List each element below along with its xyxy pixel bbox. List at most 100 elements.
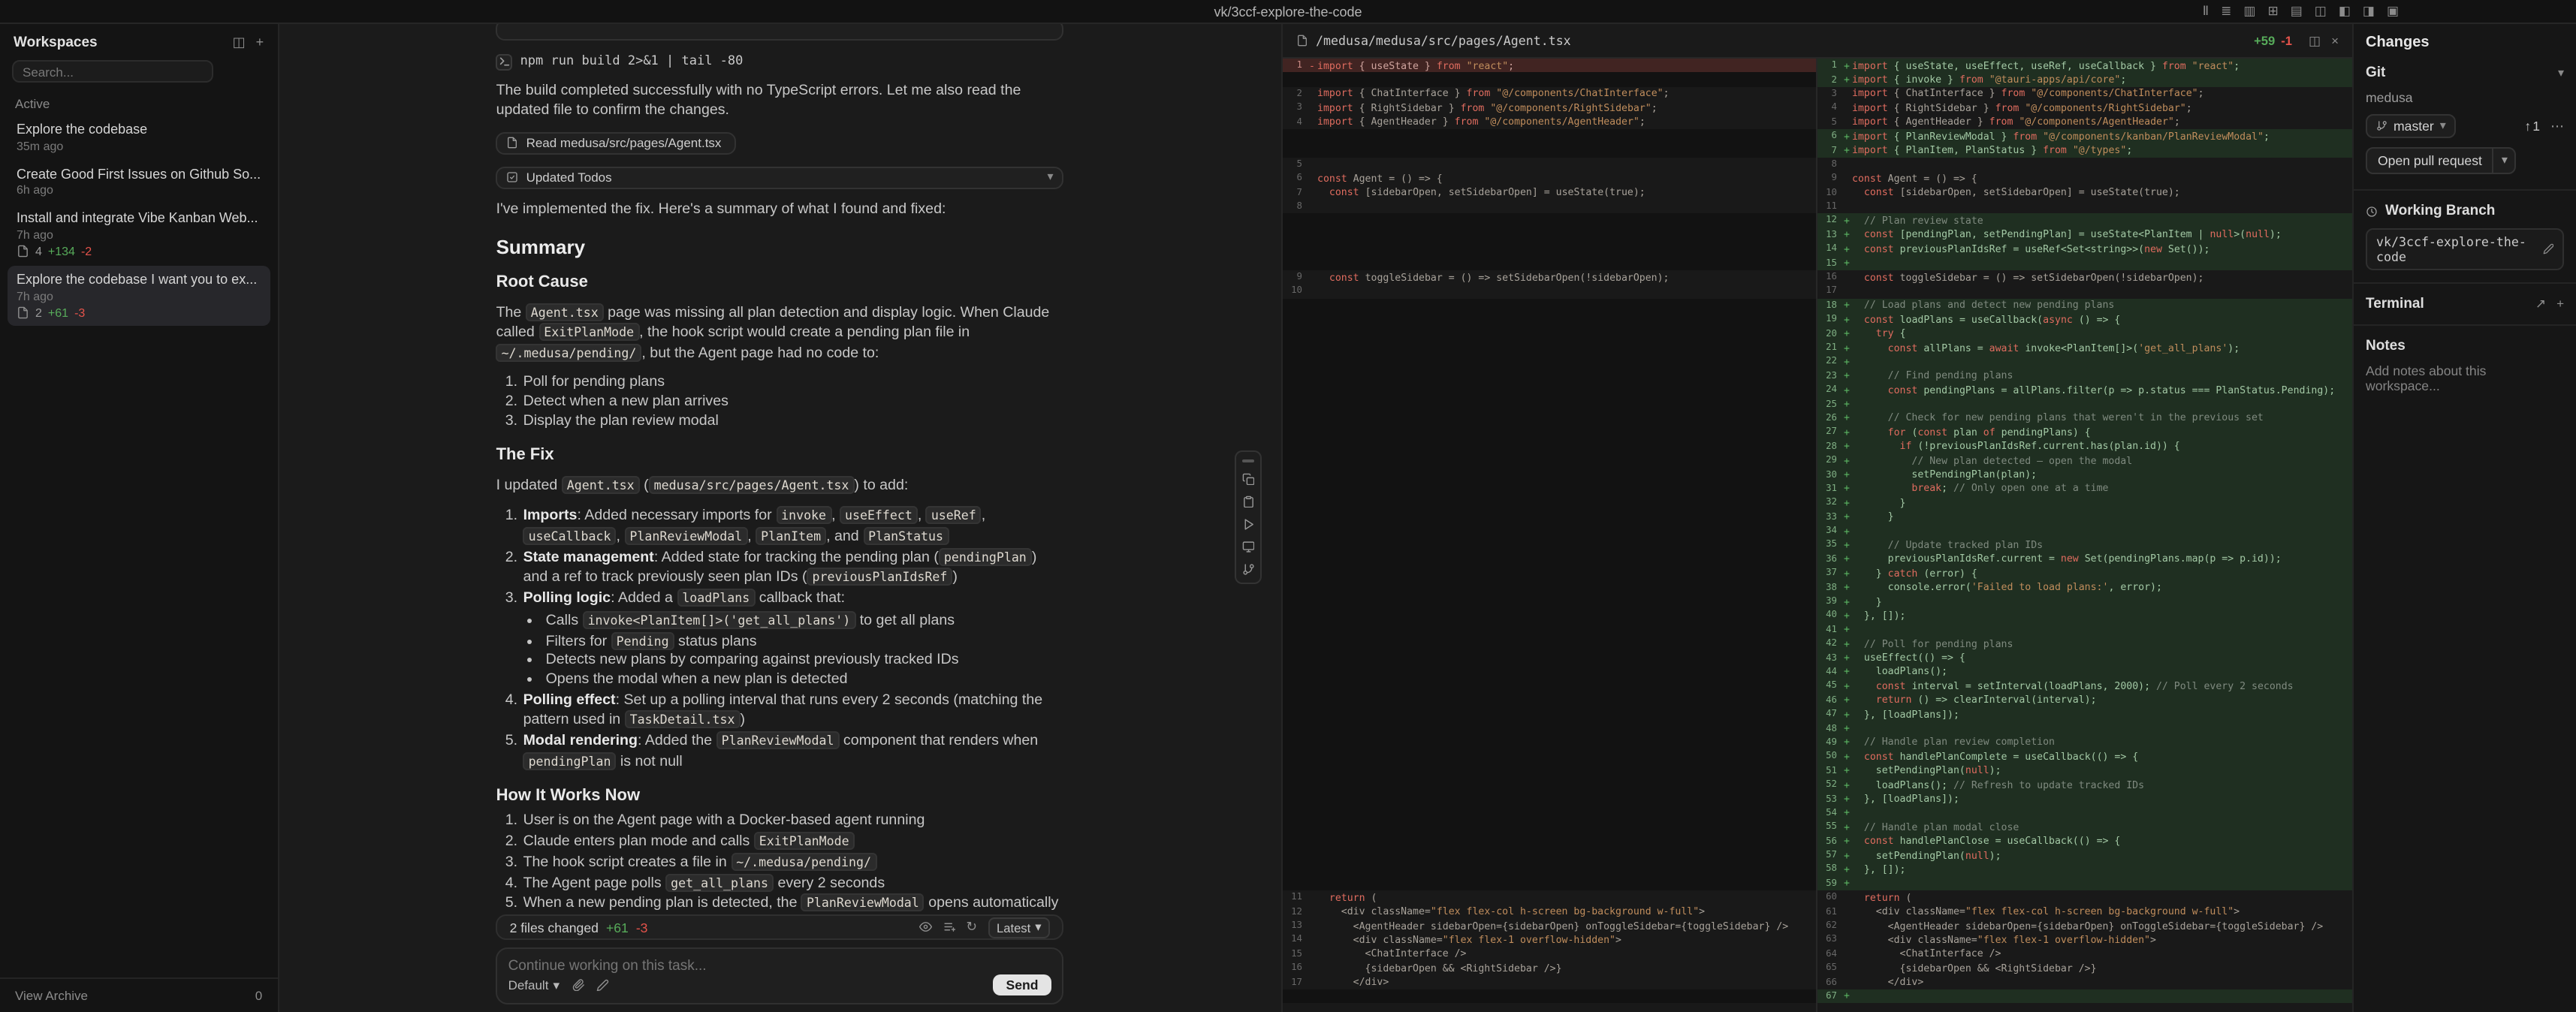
changes-panel: Changes Git ▾ medusa master ▾ ↑ 1 ⋯ Open bbox=[2352, 24, 2576, 1012]
attach-file-icon[interactable] bbox=[572, 979, 584, 992]
chat-scroll-area[interactable]: npm run build 2>&1 | tail -80The build c… bbox=[279, 24, 1281, 914]
diff-line-old: 4import { AgentHeader } from "@/componen… bbox=[1283, 115, 1816, 129]
file-icon bbox=[1296, 35, 1308, 47]
diff-line-new: 47+ }, [loadPlans]); bbox=[1817, 707, 2352, 721]
code-text: <ChatInterface /> bbox=[1852, 948, 2352, 960]
workspace-item[interactable]: Explore the codebase35m ago bbox=[8, 116, 270, 158]
branch-selector[interactable]: master ▾ bbox=[2366, 114, 2457, 138]
workspace-item[interactable]: Install and integrate Vibe Kanban Web...… bbox=[8, 204, 270, 264]
tool-result-chip[interactable]: Updated Todos▾ bbox=[496, 167, 1064, 189]
close-icon[interactable]: × bbox=[2331, 35, 2339, 47]
columns-icon[interactable]: ◫ bbox=[2315, 5, 2327, 18]
diff-line-new: 51+ setPendingPlan(null); bbox=[1817, 764, 2352, 778]
edit-icon[interactable] bbox=[596, 979, 609, 992]
chip-label: Read medusa/src/pages/Agent.tsx bbox=[526, 134, 722, 152]
model-selector[interactable]: Default ▾ bbox=[508, 977, 560, 992]
tool-result-chip[interactable]: Read medusa/src/pages/Agent.tsx bbox=[496, 132, 737, 155]
diff-marker: + bbox=[1842, 229, 1852, 241]
diff-marker: + bbox=[1842, 736, 1852, 748]
chevron-down-icon[interactable]: ▾ bbox=[2558, 67, 2564, 79]
open-pr-label[interactable]: Open pull request bbox=[2367, 149, 2494, 173]
grid-icon[interactable]: ⊞ bbox=[2267, 5, 2278, 18]
working-branch-label: Working Branch bbox=[2385, 203, 2495, 219]
diff-line-old bbox=[1283, 481, 1816, 495]
workspace-list: Explore the codebase35m agoCreate Good F… bbox=[0, 116, 277, 977]
eye-icon[interactable] bbox=[919, 921, 932, 934]
split-view-icon[interactable]: ◫ bbox=[2309, 35, 2321, 47]
line-number: 28 bbox=[1817, 441, 1842, 451]
panel-right-icon[interactable]: ◨ bbox=[2363, 5, 2375, 18]
diff-line-new: 31+ break; // Only open one at a time bbox=[1817, 481, 2352, 495]
panel-toggle-icon[interactable]: ◫ bbox=[233, 36, 246, 50]
send-button[interactable]: Send bbox=[993, 974, 1052, 995]
pause-icon[interactable]: Ⅱ bbox=[2203, 5, 2209, 18]
add-workspace-button[interactable]: + bbox=[256, 36, 264, 50]
list-item: Detect when a new plan arrives bbox=[522, 393, 1064, 412]
diff-line-new: 7+import { PlanItem, PlanStatus } from "… bbox=[1817, 143, 2352, 158]
diff-line-new: 22+ bbox=[1817, 354, 2352, 369]
clipboard-icon[interactable] bbox=[1242, 495, 1255, 508]
copy-icon[interactable] bbox=[1242, 472, 1255, 485]
working-branch-input[interactable]: vk/3ccf-explore-the-code bbox=[2366, 228, 2564, 270]
view-archive-button[interactable]: View Archive bbox=[15, 988, 88, 1003]
code-text: import { AgentHeader } from "@/component… bbox=[1317, 116, 1816, 128]
drag-handle[interactable] bbox=[1242, 459, 1254, 462]
message-input[interactable] bbox=[508, 958, 1052, 974]
paragraph: I've implemented the fix. Here's a summa… bbox=[496, 201, 1064, 220]
line-number: 49 bbox=[1817, 737, 1842, 748]
diff-line-old bbox=[1283, 834, 1816, 848]
diff-marker: + bbox=[1842, 807, 1852, 819]
diff-line-old bbox=[1283, 876, 1816, 890]
line-number: 31 bbox=[1817, 483, 1842, 494]
diff-line-new: 20+ try { bbox=[1817, 327, 2352, 341]
paragraph: I updated Agent.tsx (medusa/src/pages/Ag… bbox=[496, 476, 1064, 496]
diff-line-new: 64 <ChatInterface /> bbox=[1817, 947, 2352, 961]
divider bbox=[2354, 189, 2576, 191]
bullet-list: Calls invoke<PlanItem[]>('get_all_plans'… bbox=[523, 610, 1064, 690]
line-number: 1 bbox=[1817, 60, 1842, 71]
workspace-title: Install and integrate Vibe Kanban Web... bbox=[17, 210, 261, 225]
line-number: 59 bbox=[1817, 878, 1842, 889]
files-count: 2 bbox=[35, 306, 42, 320]
diff-line-old: 3import { RightSidebar } from "@/compone… bbox=[1283, 101, 1816, 115]
edit-branch-icon[interactable] bbox=[2542, 244, 2553, 255]
workspace-item[interactable]: Explore the codebase I want you to ex...… bbox=[8, 266, 270, 326]
diff-line-new: 46+ return () => clearInterval(interval)… bbox=[1817, 693, 2352, 707]
expand-icon[interactable]: ↗ bbox=[2535, 298, 2546, 311]
code-text: import { useState, useEffect, useRef, us… bbox=[1852, 59, 2352, 71]
diff-line-old bbox=[1283, 566, 1816, 580]
line-number: 53 bbox=[1817, 794, 1842, 804]
diff-marker: + bbox=[1842, 637, 1852, 649]
open-pr-button[interactable]: Open pull request ▾ bbox=[2366, 147, 2517, 174]
line-number: 21 bbox=[1817, 342, 1842, 353]
play-icon[interactable] bbox=[1242, 517, 1255, 530]
search-input[interactable] bbox=[12, 60, 213, 83]
list-icon[interactable]: ≣ bbox=[2221, 5, 2231, 18]
chevron-down-icon[interactable]: ▾ bbox=[2494, 149, 2515, 173]
diff-line-old: 13 <AgentHeader sidebarOpen={sidebarOpen… bbox=[1283, 919, 1816, 933]
tool-call-row[interactable]: npm run build 2>&1 | tail -80 bbox=[496, 53, 1064, 71]
line-number: 62 bbox=[1817, 920, 1842, 931]
line-number: 13 bbox=[1283, 920, 1307, 931]
diff-body[interactable]: 1-import { useState } from "react";2impo… bbox=[1283, 59, 2352, 1012]
new-terminal-icon[interactable]: + bbox=[2556, 298, 2564, 311]
monitor-icon[interactable] bbox=[1242, 540, 1255, 553]
code-text: }, []); bbox=[1852, 610, 2352, 622]
panel-bottom-icon[interactable]: ▣ bbox=[2387, 5, 2399, 18]
panel-left-icon[interactable]: ◧ bbox=[2339, 5, 2351, 18]
queue-icon[interactable] bbox=[943, 921, 955, 934]
kanban-icon[interactable]: ▥ bbox=[2243, 5, 2255, 18]
diff-line-old: 9 const toggleSidebar = () => setSidebar… bbox=[1283, 270, 1816, 285]
refresh-icon[interactable]: ↻ bbox=[966, 920, 977, 934]
diff-version-label: Latest bbox=[997, 920, 1030, 935]
diff-version-dropdown[interactable]: Latest ▾ bbox=[988, 917, 1051, 938]
diff-marker: + bbox=[1842, 313, 1852, 325]
workspace-item[interactable]: Create Good First Issues on Github So...… bbox=[8, 160, 270, 203]
more-menu-icon[interactable]: ⋯ bbox=[2550, 119, 2564, 133]
diff-marker: + bbox=[1842, 779, 1852, 791]
diff-line-old: 2import { ChatInterface } from "@/compon… bbox=[1283, 87, 1816, 101]
diff-line-new: 48+ bbox=[1817, 721, 2352, 736]
rows-icon[interactable]: ▤ bbox=[2291, 5, 2303, 18]
line-number: 20 bbox=[1817, 328, 1842, 339]
branch-icon[interactable] bbox=[1242, 562, 1255, 575]
